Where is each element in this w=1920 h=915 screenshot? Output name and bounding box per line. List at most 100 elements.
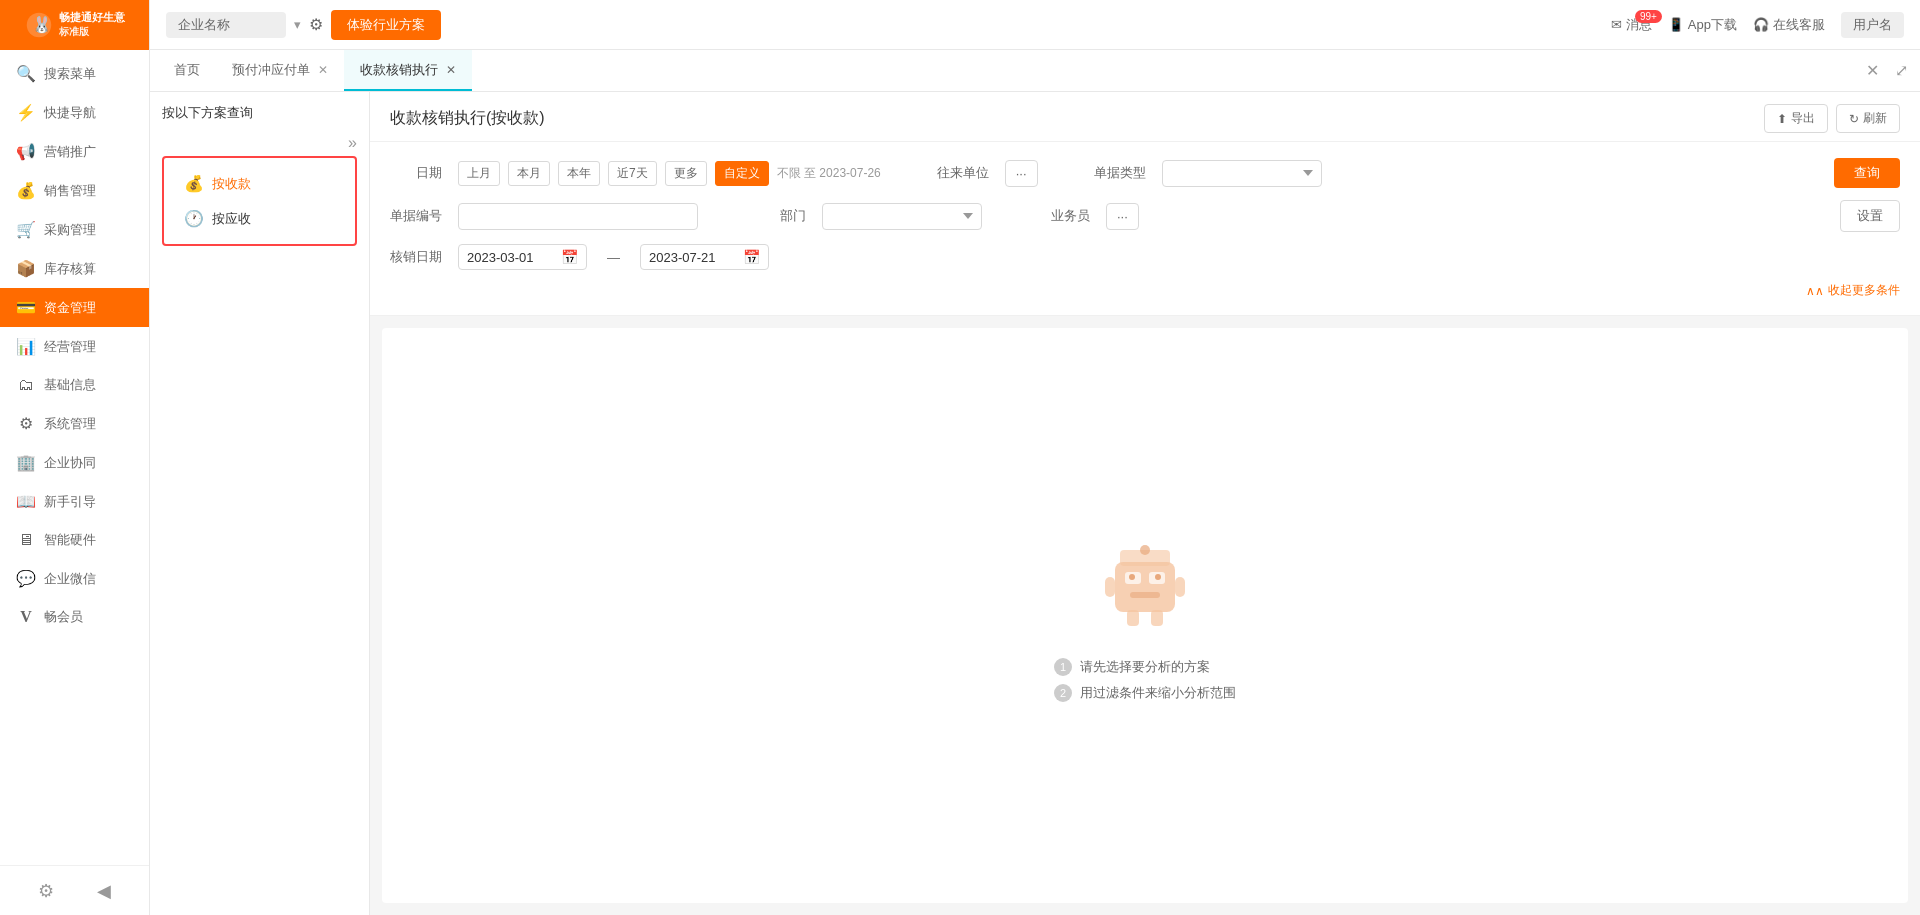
partner-label: 往来单位 [937,164,989,182]
verify-date-end-wrap: 2023-07-21 📅 [640,244,769,270]
verify-date-label: 核销日期 [390,248,442,266]
verify-date-start-wrap: 2023-03-01 📅 [458,244,587,270]
settings-button[interactable]: 设置 [1840,200,1900,232]
sidebar-item-basic[interactable]: 🗂 基础信息 [0,366,149,404]
svg-point-11 [1140,545,1150,555]
sidebar-footer: ⚙ ◀ [0,865,149,915]
date-custom-btn[interactable]: 自定义 [715,161,769,186]
sidebar-item-business[interactable]: 📊 经营管理 [0,327,149,366]
solution-button[interactable]: 体验行业方案 [331,10,441,40]
sidebar-item-inventory[interactable]: 📦 库存核算 [0,249,149,288]
search-icon: 🔍 [16,64,36,83]
refresh-button[interactable]: ↻ 刷新 [1836,104,1900,133]
filter-by-receivable[interactable]: 🕐 按应收 [172,201,347,236]
tab-home[interactable]: 首页 [158,50,216,91]
system-icon: ⚙ [16,414,36,433]
sidebar-item-purchase[interactable]: 🛒 采购管理 [0,210,149,249]
tab-bar: 首页 预付冲应付单 ✕ 收款核销执行 ✕ ✕ ⤢ [150,50,1920,92]
tab-prepay[interactable]: 预付冲应付单 ✕ [216,50,344,91]
sidebar-item-hardware[interactable]: 🖥 智能硬件 [0,521,149,559]
empty-state: 1 请先选择要分析的方案 2 用过滤条件来缩小分析范围 [1054,522,1236,710]
receipt-icon: 💰 [184,174,204,193]
sidebar-item-quicknav[interactable]: ⚡ 快捷导航 [0,93,149,132]
brand-selector[interactable]: 企业名称 [166,12,286,38]
member-icon: V [16,608,36,626]
collapse-up-icon: ∧∧ [1806,284,1824,298]
svg-text:🐰: 🐰 [32,15,52,34]
svg-rect-9 [1151,610,1163,626]
tab-prepay-close-icon[interactable]: ✕ [318,63,328,77]
empty-tip-2: 2 用过滤条件来缩小分析范围 [1054,684,1236,702]
svg-point-12 [1129,574,1135,580]
guide-icon: 📖 [16,492,36,511]
tab-close-all-icon[interactable]: ✕ [1862,57,1883,84]
collapse-panel-button[interactable]: » [348,134,357,152]
verify-date-end-input[interactable]: 2023-07-21 [649,250,739,265]
topbar-gear-icon[interactable]: ⚙ [309,15,323,34]
sidebar-item-guide[interactable]: 📖 新手引导 [0,482,149,521]
doc-type-label: 单据类型 [1094,164,1146,182]
app-download-button[interactable]: 📱 App下载 [1668,16,1737,34]
filter-section: 日期 上月 本月 本年 近7天 更多 自定义 不限 至 2023-07-26 往… [370,142,1920,316]
hardware-icon: 🖥 [16,531,36,549]
message-button[interactable]: ✉ 消息 99+ [1611,16,1652,34]
business-icon: 📊 [16,337,36,356]
empty-tip-1: 1 请先选择要分析的方案 [1054,658,1236,676]
partner-select-btn[interactable]: ··· [1005,160,1038,187]
doc-no-label: 单据编号 [390,207,442,225]
refresh-icon: ↻ [1849,112,1859,126]
page-title: 收款核销执行(按收款) [390,108,545,129]
dept-label: 部门 [754,207,806,225]
message-badge: 99+ [1635,10,1662,23]
sidebar-item-wechat[interactable]: 💬 企业微信 [0,559,149,598]
filter-row-1: 日期 上月 本月 本年 近7天 更多 自定义 不限 至 2023-07-26 往… [390,158,1900,188]
app-logo: 🐰 畅捷通好生意 标准版 [0,0,149,50]
tab-receipt-close-icon[interactable]: ✕ [446,63,456,77]
sidebar-item-system[interactable]: ⚙ 系统管理 [0,404,149,443]
collapse-sidebar-icon[interactable]: ◀ [97,880,111,902]
sidebar-item-marketing[interactable]: 📢 营销推广 [0,132,149,171]
filter-by-receipt[interactable]: 💰 按收款 [172,166,347,201]
collapse-more-button[interactable]: ∧∧ 收起更多条件 [1806,282,1900,299]
brand-dropdown-icon[interactable]: ▾ [294,17,301,32]
settings-gear-icon[interactable]: ⚙ [38,880,54,902]
empty-tips: 1 请先选择要分析的方案 2 用过滤条件来缩小分析范围 [1054,658,1236,710]
date-more-btn[interactable]: 更多 [665,161,707,186]
sidebar-item-search[interactable]: 🔍 搜索菜单 [0,54,149,93]
left-filter-panel: 按以下方案查询 » 💰 按收款 🕐 按应收 [150,92,370,915]
filter-options-box: 💰 按收款 🕐 按应收 [162,156,357,246]
verify-date-start-input[interactable]: 2023-03-01 [467,250,557,265]
topbar-left: 企业名称 ▾ ⚙ 体验行业方案 [166,10,1599,40]
sidebar-item-enterprise[interactable]: 🏢 企业协同 [0,443,149,482]
calendar-end-icon[interactable]: 📅 [743,249,760,265]
online-service-button[interactable]: 🎧 在线客服 [1753,16,1825,34]
doc-no-input[interactable] [458,203,698,230]
tab-expand-icon[interactable]: ⤢ [1891,57,1912,84]
user-profile[interactable]: 用户名 [1841,12,1904,38]
sidebar: 🐰 畅捷通好生意 标准版 🔍 搜索菜单 ⚡ 快捷导航 📢 营销推广 💰 销售管理… [0,0,150,915]
page-header-actions: ⬆ 导出 ↻ 刷新 [1764,104,1900,133]
date-nolimit-text: 不限 至 2023-07-26 [777,165,881,182]
date-this-month-btn[interactable]: 本月 [508,161,550,186]
date-7days-btn[interactable]: 近7天 [608,161,657,186]
date-this-year-btn[interactable]: 本年 [558,161,600,186]
query-button[interactable]: 查询 [1834,158,1900,188]
phone-icon: 📱 [1668,17,1684,32]
sidebar-item-sales[interactable]: 💰 销售管理 [0,171,149,210]
app-version: 标准版 [59,25,125,39]
calendar-start-icon[interactable]: 📅 [561,249,578,265]
tab-receipt[interactable]: 收款核销执行 ✕ [344,50,472,91]
quicknav-icon: ⚡ [16,103,36,122]
export-button[interactable]: ⬆ 导出 [1764,104,1828,133]
staff-select-btn[interactable]: ··· [1106,203,1139,230]
sidebar-item-member[interactable]: V 畅会员 [0,598,149,636]
sidebar-item-finance[interactable]: 💳 资金管理 [0,288,149,327]
date-last-month-btn[interactable]: 上月 [458,161,500,186]
sales-icon: 💰 [16,181,36,200]
basic-icon: 🗂 [16,376,36,394]
dept-select[interactable] [822,203,982,230]
topbar-right: ✉ 消息 99+ 📱 App下载 🎧 在线客服 用户名 [1611,12,1904,38]
message-icon: ✉ [1611,17,1622,32]
doc-type-select[interactable] [1162,160,1322,187]
marketing-icon: 📢 [16,142,36,161]
